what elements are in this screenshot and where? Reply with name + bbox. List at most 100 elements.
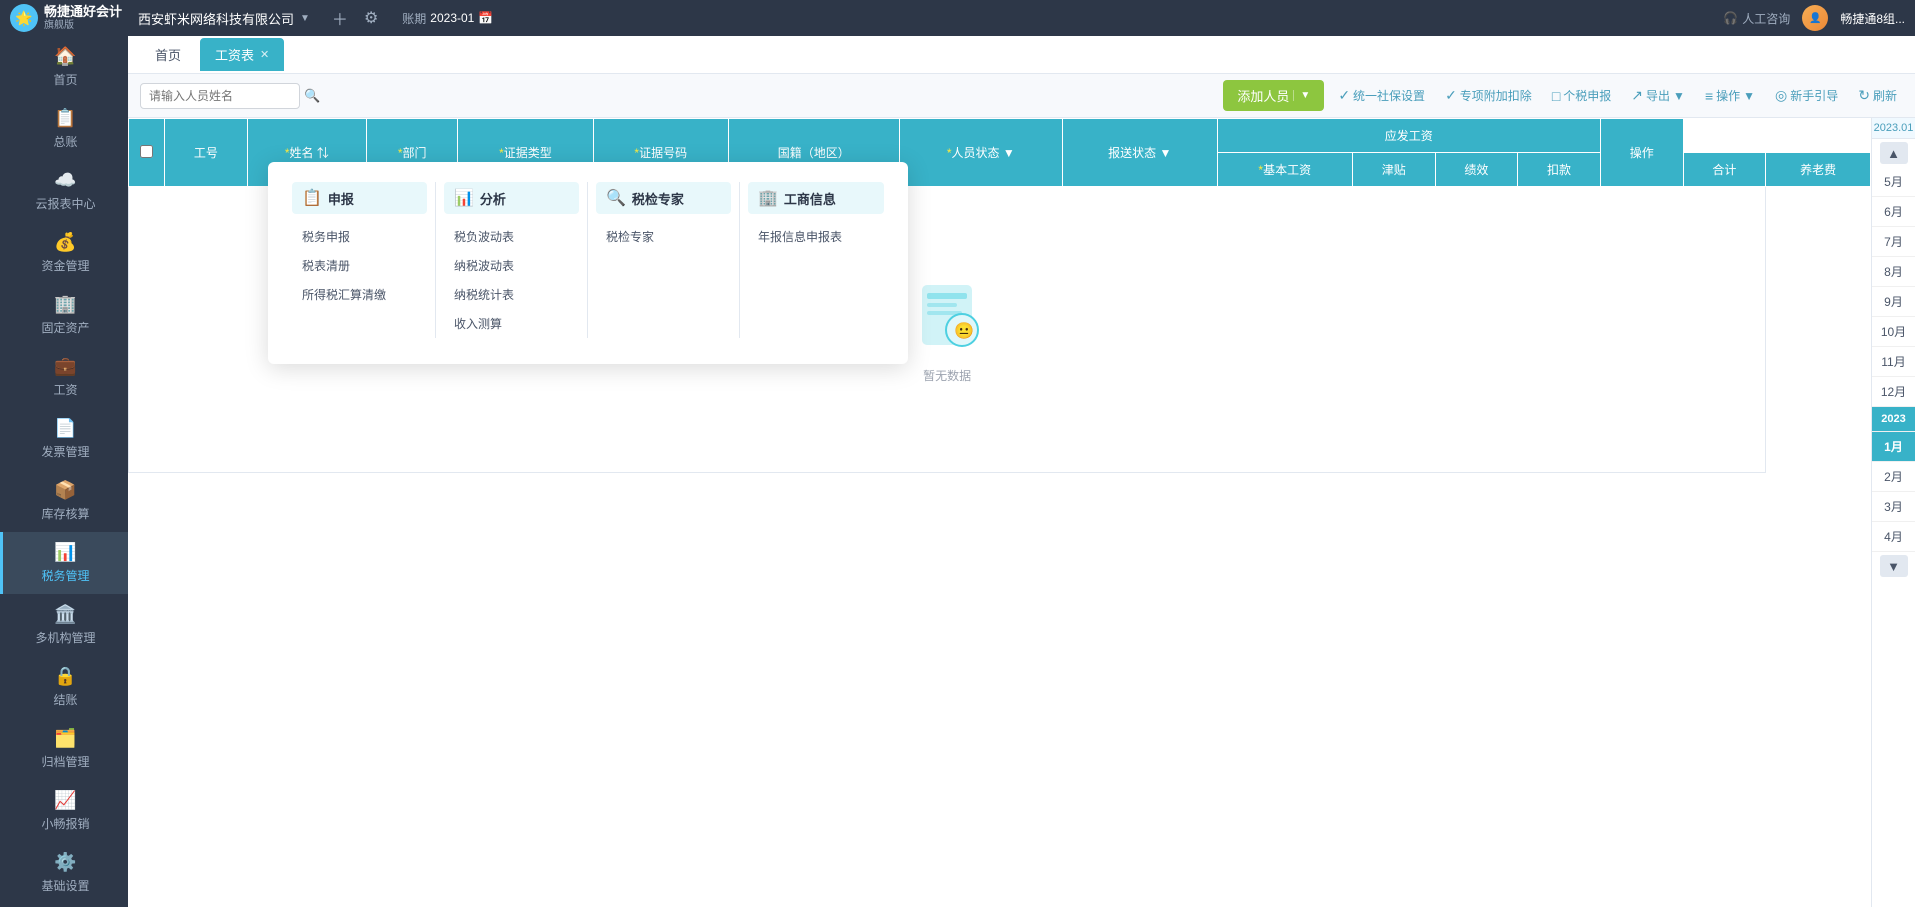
sidebar-item-archive[interactable]: 🗂️ 归档管理: [0, 718, 128, 780]
menu-item-income-tax-settlement[interactable]: 所得税汇算清缴: [292, 280, 427, 309]
calendar-year-header: 2023.01: [1872, 118, 1915, 139]
export-dropdown-icon: ▼: [1673, 89, 1685, 103]
calendar-month-3[interactable]: 3月: [1872, 492, 1915, 522]
tab-bar: 首页 工资表 ✕: [128, 36, 1915, 74]
calendar-month-12[interactable]: 12月: [1872, 377, 1915, 407]
content-area: 首页 工资表 ✕ 🔍 添加人员 ▼ ✓ 统一社保设置 ✓: [128, 36, 1915, 907]
calendar-month-7[interactable]: 7月: [1872, 227, 1915, 257]
social-security-label: 统一社保设置: [1353, 87, 1425, 104]
calendar-month-10[interactable]: 10月: [1872, 317, 1915, 347]
add-company-button[interactable]: ＋: [328, 4, 352, 32]
settings-button[interactable]: ⚙: [360, 6, 382, 30]
sidebar-item-report[interactable]: 📈 小畅报销: [0, 780, 128, 842]
sidebar-item-ledger[interactable]: 📋 总账: [0, 98, 128, 160]
sidebar-item-multi[interactable]: 🏛️ 多机构管理: [0, 594, 128, 656]
menu-item-tax-payment-fluctuation[interactable]: 纳税波动表: [444, 251, 579, 280]
settings-nav-icon: ⚙️: [54, 852, 76, 873]
dropdown-menu-grid: 📋 申报 税务申报 税表清册 所得税汇算清缴 📊 分析 税负波动表 纳税波动表 …: [268, 172, 908, 354]
sidebar-item-assets[interactable]: 🏢 固定资产: [0, 284, 128, 346]
menu-item-annual-report[interactable]: 年报信息申报表: [748, 222, 884, 251]
tax-return-label: 个税申报: [1563, 87, 1611, 104]
calendar-up-nav[interactable]: ▲: [1880, 142, 1908, 164]
person-status-filter-icon[interactable]: ▼: [1003, 146, 1015, 160]
guide-toolbar-icon: ◎: [1775, 87, 1787, 104]
sidebar-item-label: 固定资产: [41, 319, 89, 336]
tax-expert-category-title: 税检专家: [632, 189, 684, 208]
select-all-checkbox[interactable]: [140, 145, 153, 158]
company-selector[interactable]: 西安虾米网络科技有限公司 ▼: [130, 9, 318, 28]
sidebar-item-label: 归档管理: [41, 753, 89, 770]
menu-category-header-declaration: 📋 申报: [292, 182, 427, 214]
add-person-button[interactable]: 添加人员 ▼: [1223, 80, 1324, 111]
menu-item-income-estimate[interactable]: 收入测算: [444, 309, 579, 338]
svg-text:😐: 😐: [954, 322, 974, 340]
refresh-button[interactable]: ↻ 刷新: [1852, 83, 1903, 108]
sort-icon[interactable]: ⇅: [317, 146, 329, 160]
assets-icon: 🏢: [54, 294, 76, 315]
tab-salary-table[interactable]: 工资表 ✕: [200, 38, 284, 71]
tab-close-icon[interactable]: ✕: [260, 48, 269, 61]
menu-item-tax-declaration[interactable]: 税务申报: [292, 222, 427, 251]
th-report-status: 报送状态 ▼: [1062, 119, 1217, 187]
calendar-icon[interactable]: 📅: [478, 11, 493, 25]
sidebar-item-cloud[interactable]: ☁️ 云报表中心: [0, 160, 128, 222]
calendar-month-1[interactable]: 1月: [1872, 432, 1915, 462]
guide-button[interactable]: ◎ 新手引导: [1769, 83, 1844, 108]
calendar-month-5[interactable]: 5月: [1872, 167, 1915, 197]
sidebar-item-home[interactable]: 🏠 首页: [0, 36, 128, 98]
guide-label: 新手引导: [1790, 87, 1838, 104]
salary-icon: 💼: [54, 356, 76, 377]
empty-icon: 😐: [907, 275, 987, 355]
tab-home-label: 首页: [155, 45, 181, 64]
menu-item-tax-form-list[interactable]: 税表清册: [292, 251, 427, 280]
special-deduction-icon: ✓: [1445, 87, 1457, 104]
calendar-month-2[interactable]: 2月: [1872, 462, 1915, 492]
header-actions: ＋ ⚙: [318, 4, 392, 32]
search-icon: 🔍: [304, 88, 320, 104]
logo-icon: 🌟: [10, 4, 38, 32]
home-icon: 🏠: [54, 46, 76, 67]
main-layout: 🏠 首页 📋 总账 ☁️ 云报表中心 💰 资金管理 🏢 固定资产 💼 工资 📄 …: [0, 36, 1915, 907]
special-deduction-button[interactable]: ✓ 专项附加扣除: [1439, 83, 1538, 108]
sidebar-item-salary[interactable]: 💼 工资: [0, 346, 128, 408]
menu-item-tax-burden-fluctuation[interactable]: 税负波动表: [444, 222, 579, 251]
export-button[interactable]: ↗ 导出 ▼: [1625, 83, 1691, 108]
ledger-icon: 📋: [54, 108, 76, 129]
menu-item-tax-statistics[interactable]: 纳税统计表: [444, 280, 579, 309]
calendar-month-6[interactable]: 6月: [1872, 197, 1915, 227]
calendar-month-8[interactable]: 8月: [1872, 257, 1915, 287]
tab-home[interactable]: 首页: [140, 38, 196, 71]
funds-icon: 💰: [54, 232, 76, 253]
calendar-month-9[interactable]: 9月: [1872, 287, 1915, 317]
th-person-status: *人员状态 ▼: [899, 119, 1062, 187]
th-base-salary: *基本工资: [1217, 153, 1352, 187]
sidebar-item-invoice[interactable]: 📄 发票管理: [0, 408, 128, 470]
calendar-year-2023: 2023: [1872, 407, 1915, 432]
search-input[interactable]: [149, 89, 304, 103]
th-salary-group: 应发工资: [1217, 119, 1600, 153]
tax-return-icon: □: [1552, 88, 1560, 104]
add-person-label: 添加人员: [1237, 86, 1289, 105]
service-button[interactable]: 🎧 人工咨询: [1723, 10, 1790, 27]
tax-return-button[interactable]: □ 个税申报: [1546, 83, 1617, 108]
social-security-button[interactable]: ✓ 统一社保设置: [1332, 83, 1431, 108]
calendar-down-nav[interactable]: ▼: [1880, 555, 1908, 577]
sidebar-item-label: 工资: [53, 381, 77, 398]
report-status-filter-icon[interactable]: ▼: [1160, 146, 1172, 160]
special-deduction-label: 专项附加扣除: [1460, 87, 1532, 104]
th-checkbox: [129, 119, 165, 187]
calendar-month-4[interactable]: 4月: [1872, 522, 1915, 552]
sidebar-item-label: 小畅报销: [41, 815, 89, 832]
business-info-category-title: 工商信息: [784, 189, 836, 208]
add-person-dropdown-arrow: ▼: [1293, 90, 1310, 101]
search-wrap: 🔍: [140, 83, 300, 109]
sidebar-item-funds[interactable]: 💰 资金管理: [0, 222, 128, 284]
sidebar-item-settings[interactable]: ⚙️ 基础设置: [0, 842, 128, 904]
app-subtitle: 旗舰版: [44, 20, 122, 32]
sidebar-item-close[interactable]: 🔒 结账: [0, 656, 128, 718]
sidebar-item-tax[interactable]: 📊 税务管理: [0, 532, 128, 594]
calendar-month-11[interactable]: 11月: [1872, 347, 1915, 377]
sidebar-item-inventory[interactable]: 📦 库存核算: [0, 470, 128, 532]
operation-button[interactable]: ≡ 操作 ▼: [1699, 83, 1761, 108]
menu-item-tax-expert[interactable]: 税检专家: [596, 222, 731, 251]
